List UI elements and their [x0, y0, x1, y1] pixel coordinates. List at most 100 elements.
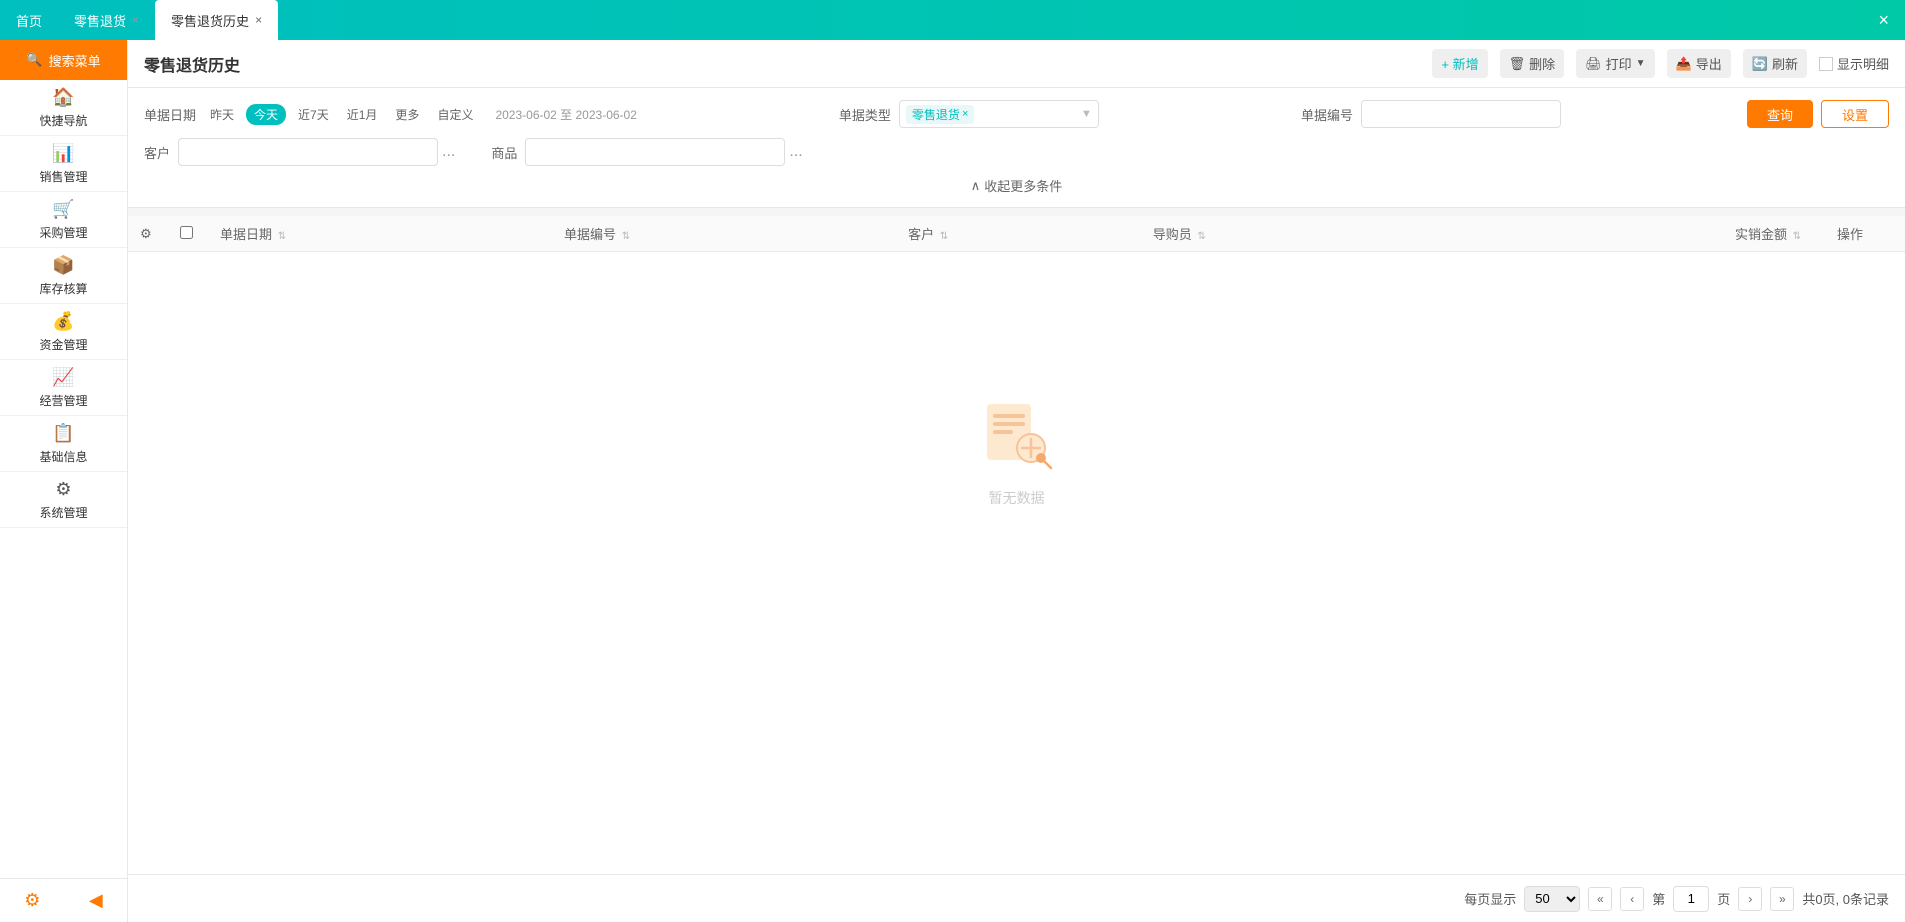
export-icon: 📤 — [1676, 56, 1692, 72]
main-layout: 🔍 搜索菜单 🏠 快捷导航 📊 销售管理 🛒 采购管理 📦 库存核算 💰 — [0, 40, 1905, 922]
sidebar-item-purchase[interactable]: 🛒 采购管理 — [0, 192, 127, 248]
date-opt-today[interactable]: 今天 — [246, 104, 286, 125]
prev-page-button[interactable]: ‹ — [1620, 887, 1644, 911]
type-tag-remove[interactable]: × — [962, 108, 968, 120]
table-header-row: ⚙ 单据日期 ⇅ 单据编号 ⇅ — [128, 216, 1905, 252]
window-close-icon[interactable]: × — [1878, 10, 1889, 31]
tab-home[interactable]: 首页 — [0, 0, 58, 40]
date-opt-1month[interactable]: 近1月 — [341, 104, 384, 125]
th-amount[interactable]: 实销金额 ⇅ — [1435, 216, 1825, 252]
sidebar-item-sales-label: 销售管理 — [39, 168, 87, 185]
print-button[interactable]: 🖨 打印 ▼ — [1576, 49, 1654, 78]
th-guide-sort: ⇅ — [1197, 231, 1205, 242]
sidebar-item-finance[interactable]: 💰 资金管理 — [0, 304, 127, 360]
system-icon: ⚙ — [55, 479, 71, 500]
th-amount-label: 实销金额 — [1735, 227, 1787, 242]
collapse-btn[interactable]: ∧ 收起更多条件 — [971, 176, 1063, 195]
empty-state: 暂无数据 — [128, 252, 1905, 652]
type-filter-label: 单据类型 — [839, 105, 891, 124]
tab-retail-return-history-label: 零售退货历史 — [171, 11, 249, 30]
sidebar-item-quick-nav-label: 快捷导航 — [39, 112, 87, 129]
per-page-select[interactable]: 50 20 100 — [1524, 886, 1580, 912]
finance-icon: 💰 — [52, 311, 74, 332]
th-date[interactable]: 单据日期 ⇅ — [208, 216, 552, 252]
pagination: 每页显示 50 20 100 « ‹ 第 页 › » 共0页, 0条记录 — [128, 874, 1905, 922]
sales-icon: 📊 — [52, 143, 74, 164]
date-range-display: 2023-06-02 至 2023-06-02 — [495, 106, 636, 123]
sidebar-settings-icon[interactable]: ⚙ — [24, 890, 40, 911]
sidebar-item-operations[interactable]: 📈 经营管理 — [0, 360, 127, 416]
sidebar-item-basic-info[interactable]: 📋 基础信息 — [0, 416, 127, 472]
th-guide-label: 导购员 — [1153, 227, 1192, 242]
basic-info-icon: 📋 — [52, 423, 74, 444]
goods-input[interactable] — [525, 138, 785, 166]
sidebar-item-quick-nav[interactable]: 🏠 快捷导航 — [0, 80, 127, 136]
top-tabs: 首页 零售退货 × 零售退货历史 × — [0, 0, 1870, 40]
export-label: 导出 — [1696, 54, 1722, 73]
settings-gear-icon[interactable]: ⚙ — [140, 226, 152, 241]
page-header: 零售退货历史 + 新增 🗑 删除 🖨 打印 ▼ 📤 导出 🔄 — [128, 40, 1905, 88]
sidebar-item-inventory[interactable]: 📦 库存核算 — [0, 248, 127, 304]
goods-ellipsis[interactable]: ... — [785, 143, 806, 161]
tab-retail-return-history-close[interactable]: × — [255, 13, 262, 27]
delete-button[interactable]: 🗑 删除 — [1500, 49, 1565, 78]
sidebar-item-system-label: 系统管理 — [39, 504, 87, 521]
th-bill-no[interactable]: 单据编号 ⇅ — [552, 216, 896, 252]
data-table: ⚙ 单据日期 ⇅ 单据编号 ⇅ — [128, 216, 1905, 252]
th-check[interactable] — [168, 216, 208, 252]
refresh-button[interactable]: 🔄 刷新 — [1743, 49, 1807, 78]
th-settings[interactable]: ⚙ — [128, 216, 168, 252]
new-button[interactable]: + 新增 — [1432, 49, 1487, 78]
select-all-checkbox[interactable] — [180, 226, 193, 239]
page-title: 零售退货历史 — [144, 52, 240, 76]
next-page-button[interactable]: › — [1738, 887, 1762, 911]
empty-text: 暂无数据 — [989, 488, 1045, 508]
show-detail-toggle[interactable]: 显示明细 — [1819, 54, 1889, 73]
bill-no-input[interactable] — [1361, 100, 1561, 128]
query-button[interactable]: 查询 — [1747, 100, 1813, 128]
th-guide[interactable]: 导购员 ⇅ — [1141, 216, 1435, 252]
sidebar-search[interactable]: 🔍 搜索菜单 — [0, 40, 127, 80]
set-button[interactable]: 设置 — [1821, 100, 1889, 128]
th-customer[interactable]: 客户 ⇅ — [896, 216, 1141, 252]
first-page-button[interactable]: « — [1588, 887, 1612, 911]
sidebar-collapse-icon[interactable]: ◀ — [89, 890, 103, 911]
tab-retail-return-close[interactable]: × — [132, 13, 139, 27]
empty-icon — [977, 396, 1057, 476]
header-actions: + 新增 🗑 删除 🖨 打印 ▼ 📤 导出 🔄 刷新 — [1432, 49, 1889, 78]
filter-action-buttons: 查询 设置 — [1747, 100, 1889, 128]
date-opt-more[interactable]: 更多 — [389, 104, 425, 125]
type-select-chevron: ▼ — [1081, 108, 1092, 120]
filter-row-1: 单据日期 昨天 今天 近7天 近1月 更多 自定义 2023-06-02 至 2… — [144, 100, 1889, 128]
prev-page-icon: ‹ — [1630, 892, 1634, 906]
sidebar-item-system[interactable]: ⚙ 系统管理 — [0, 472, 127, 528]
tab-retail-return[interactable]: 零售退货 × — [58, 0, 155, 40]
sidebar-item-sales[interactable]: 📊 销售管理 — [0, 136, 127, 192]
th-bill-no-label: 单据编号 — [564, 227, 616, 242]
sidebar-menu: 🏠 快捷导航 📊 销售管理 🛒 采购管理 📦 库存核算 💰 资金管理 📈 — [0, 80, 127, 878]
collapse-icon: ∧ — [971, 178, 981, 194]
total-text: 共0页, 0条记录 — [1802, 889, 1889, 908]
show-detail-checkbox[interactable] — [1819, 57, 1833, 71]
date-opt-7days[interactable]: 近7天 — [292, 104, 335, 125]
refresh-icon: 🔄 — [1752, 56, 1768, 72]
page-unit: 页 — [1717, 889, 1730, 908]
date-opt-yesterday[interactable]: 昨天 — [204, 104, 240, 125]
customer-label: 客户 — [144, 143, 170, 162]
last-page-button[interactable]: » — [1770, 887, 1794, 911]
filter-row-2: 客户 ... 商品 ... — [144, 138, 1889, 166]
customer-input[interactable] — [178, 138, 438, 166]
first-page-icon: « — [1597, 892, 1604, 906]
sidebar-item-inventory-label: 库存核算 — [39, 280, 87, 297]
tab-retail-return-history[interactable]: 零售退货历史 × — [155, 0, 278, 40]
per-page-label: 每页显示 — [1464, 889, 1516, 908]
page-input[interactable] — [1673, 886, 1709, 912]
sidebar-item-finance-label: 资金管理 — [39, 336, 87, 353]
th-amount-sort: ⇅ — [1793, 231, 1801, 242]
customer-ellipsis[interactable]: ... — [438, 143, 459, 161]
date-filter-label: 单据日期 — [144, 105, 196, 124]
type-select[interactable]: 零售退货 × ▼ — [899, 100, 1099, 128]
top-bar: 首页 零售退货 × 零售退货历史 × × — [0, 0, 1905, 40]
date-opt-custom[interactable]: 自定义 — [431, 104, 479, 125]
export-button[interactable]: 📤 导出 — [1667, 49, 1731, 78]
